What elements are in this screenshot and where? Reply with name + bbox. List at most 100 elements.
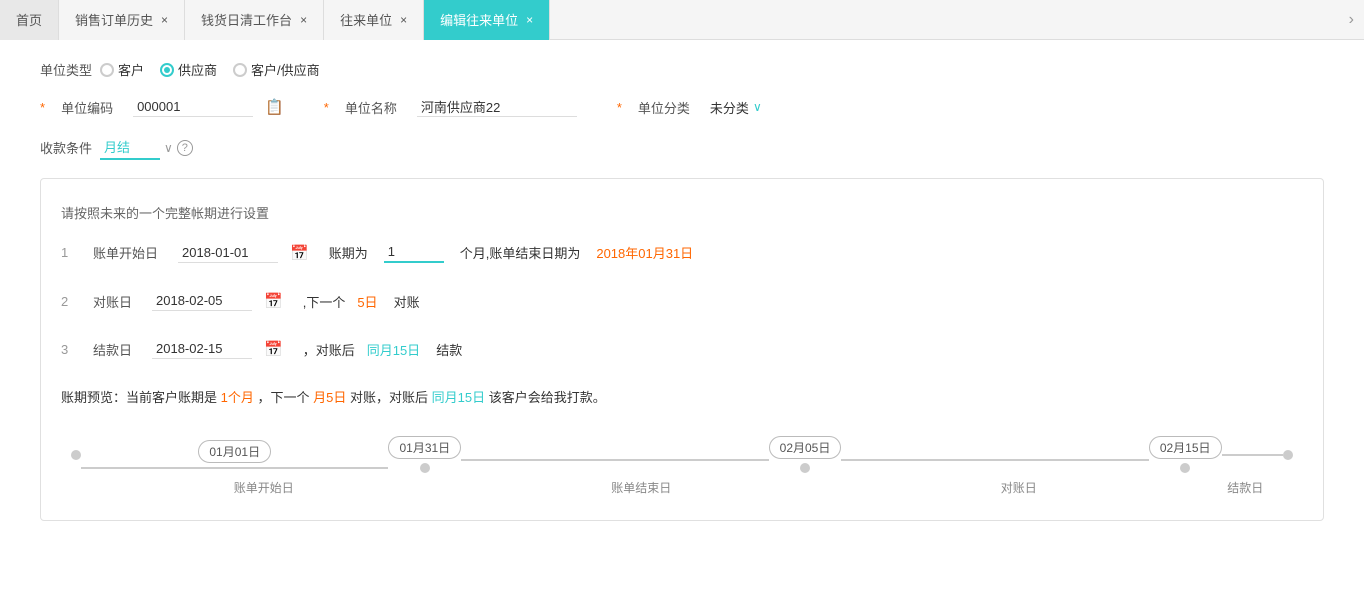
tab-sales-history[interactable]: 销售订单历史 ×: [59, 0, 185, 40]
tl-label-3: 02月05日: [769, 436, 842, 459]
unit-code-input[interactable]: [133, 97, 253, 117]
unit-type-radio-group: 客户 供应商 客户/供应商: [100, 60, 320, 79]
row-num-3: 3: [61, 342, 81, 357]
payment-row: 收款条件 月结 ∨ ?: [40, 135, 1324, 160]
reconcile-day: 5日: [357, 292, 377, 311]
radio-circle-cs: [233, 63, 247, 77]
tl-dot-4: [1180, 463, 1190, 473]
tab-edit-partner[interactable]: 编辑往来单位 ×: [424, 0, 550, 40]
row-num-1: 1: [61, 245, 81, 260]
radio-cs-label: 客户/供应商: [251, 60, 320, 79]
tl-sub-1: 账单开始日: [75, 479, 453, 496]
preview-sep1: ，下一个: [258, 390, 310, 405]
radio-customer-label: 客户: [118, 60, 144, 79]
unit-name-required: *: [324, 100, 329, 115]
unit-code-required: *: [40, 100, 45, 115]
tl-label-1: 01月01日: [198, 440, 271, 463]
tl-label-4: 02月15日: [1149, 436, 1222, 459]
preview-part2: 月5日: [313, 390, 346, 405]
close-icon[interactable]: ×: [161, 13, 168, 27]
copy-icon[interactable]: 📋: [265, 98, 284, 116]
chevron-down-icon[interactable]: ∨: [753, 100, 762, 114]
unit-type-label: 单位类型: [40, 60, 92, 79]
setting-row-1: 1 账单开始日 📅 账期为 个月,账单结束日期为 2018年01月31日: [61, 242, 1303, 263]
payment-select-wrapper[interactable]: 月结 ∨: [100, 135, 173, 160]
tl-line-3: [841, 459, 1148, 461]
tl-dot-3: [800, 463, 810, 473]
tab-partner[interactable]: 往来单位 ×: [324, 0, 424, 40]
close-icon[interactable]: ×: [300, 13, 307, 27]
close-icon[interactable]: ×: [526, 13, 533, 27]
tl-line-1: [81, 467, 388, 469]
preview-part3: 同月15日: [432, 390, 485, 405]
preview-text: 账期预览：当前客户账期是 1个月 ，下一个 月5日 对账，对账后 同月15日 该…: [61, 387, 1303, 406]
period-end-date: 2018年01月31日: [596, 243, 693, 262]
calendar-icon-2[interactable]: 📅: [264, 292, 283, 310]
period-prefix: 账期为: [329, 243, 368, 262]
payment-label: 收款条件: [40, 138, 92, 157]
payment-prefix: ，对账后: [303, 340, 355, 359]
timeline-node-3: 02月05日: [769, 436, 842, 473]
radio-customer-supplier[interactable]: 客户/供应商: [233, 60, 320, 79]
period-input[interactable]: [384, 242, 444, 263]
unit-code-label: 单位编码: [61, 98, 113, 117]
tab-partner-label: 往来单位: [340, 10, 392, 29]
calendar-icon-3[interactable]: 📅: [264, 340, 283, 358]
payment-date-label: 结款日: [93, 340, 132, 359]
reconcile-prefix: ,下一个: [303, 292, 346, 311]
page-content: 单位类型 客户 供应商 客户/供应商 * 单位编码 📋: [0, 40, 1364, 608]
radio-supplier[interactable]: 供应商: [160, 60, 217, 79]
tl-dot-2: [420, 463, 430, 473]
start-date-input[interactable]: [178, 243, 278, 263]
timeline-node-2: 01月31日: [388, 436, 461, 473]
start-date-label: 账单开始日: [93, 243, 158, 262]
tab-sales-label: 销售订单历史: [75, 10, 153, 29]
tl-sub-2: 账单结束日: [453, 479, 831, 496]
unit-category-value: 未分类: [710, 98, 749, 117]
payment-value: 月结: [100, 135, 160, 160]
calendar-icon-1[interactable]: 📅: [290, 244, 309, 262]
tab-home-label: 首页: [16, 10, 42, 29]
preview-suffix: 该客户会给我打款。: [489, 390, 606, 405]
close-icon[interactable]: ×: [400, 13, 407, 27]
help-icon[interactable]: ?: [177, 140, 193, 156]
radio-circle-customer: [100, 63, 114, 77]
radio-supplier-label: 供应商: [178, 60, 217, 79]
preview-part1: 1个月: [221, 390, 254, 405]
unit-info-row: * 单位编码 📋 * 单位名称 * 单位分类 未分类 ∨: [40, 97, 1324, 117]
timeline-row: 01月01日 01月31日 02月05日: [71, 436, 1293, 473]
payment-date-input[interactable]: [152, 339, 252, 359]
setting-row-2: 2 对账日 📅 ,下一个 5日 对账: [61, 291, 1303, 311]
chevron-down-payment-icon[interactable]: ∨: [164, 141, 173, 155]
unit-code-group: * 单位编码 📋: [40, 97, 284, 117]
timeline-seg-1: 01月01日: [81, 440, 388, 469]
unit-category-group: * 单位分类 未分类 ∨: [617, 98, 762, 117]
tab-cash-work[interactable]: 钱货日清工作台 ×: [185, 0, 324, 40]
row-num-2: 2: [61, 294, 81, 309]
unit-name-label: 单位名称: [345, 98, 397, 117]
tl-label-2: 01月31日: [388, 436, 461, 459]
radio-dot-supplier: [164, 67, 170, 73]
unit-category-select[interactable]: 未分类 ∨: [710, 98, 762, 117]
timeline-sublabels: 账单开始日 账单结束日 对账日 结款日: [71, 479, 1293, 496]
setting-row-3: 3 结款日 📅 ，对账后 同月15日 结款: [61, 339, 1303, 359]
tab-home[interactable]: 首页: [0, 0, 59, 40]
preview-sep2: 对账，对账后: [350, 390, 428, 405]
radio-circle-supplier: [160, 63, 174, 77]
unit-category-label: 单位分类: [638, 98, 690, 117]
timeline-node-4: 02月15日: [1149, 436, 1222, 473]
timeline-dot-start: [71, 450, 81, 460]
radio-customer[interactable]: 客户: [100, 60, 144, 79]
tl-end-line: [1222, 454, 1284, 456]
tabs-more-button[interactable]: ›: [1339, 11, 1364, 29]
unit-name-input[interactable]: [417, 97, 577, 117]
period-suffix: 个月,账单结束日期为: [460, 243, 581, 262]
payment-suffix: 结款: [436, 340, 462, 359]
unit-type-row: 单位类型 客户 供应商 客户/供应商: [40, 60, 1324, 79]
tab-cash-label: 钱货日清工作台: [201, 10, 292, 29]
tabs-bar: 首页 销售订单历史 × 钱货日清工作台 × 往来单位 × 编辑往来单位 × ›: [0, 0, 1364, 40]
timeline-dot-end: [1283, 450, 1293, 460]
reconcile-date-input[interactable]: [152, 291, 252, 311]
panel-hint: 请按照未来的一个完整帐期进行设置: [61, 203, 1303, 222]
tab-edit-partner-label: 编辑往来单位: [440, 10, 518, 29]
